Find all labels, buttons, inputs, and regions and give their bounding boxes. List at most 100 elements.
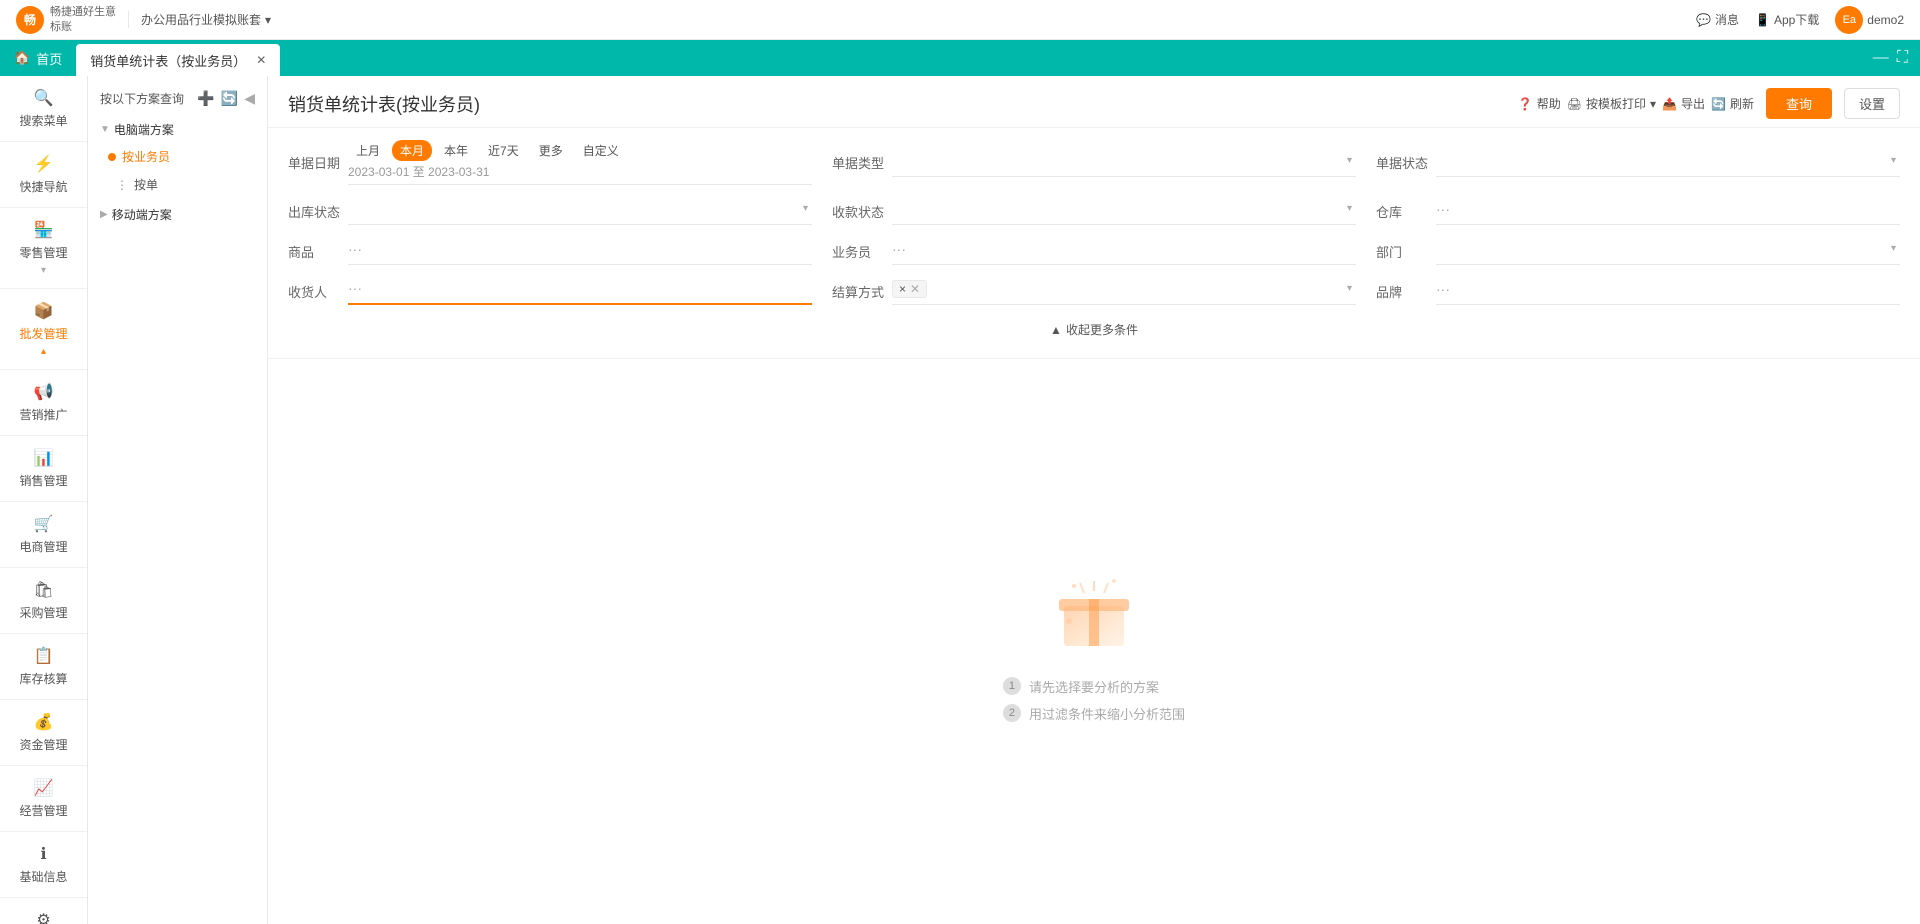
date-tab-more[interactable]: 更多 [531, 140, 571, 161]
print-icon: 🖨 [1567, 97, 1582, 111]
goods-more-icon[interactable]: ··· [348, 241, 362, 257]
warehouse-value[interactable]: ··· [1436, 197, 1900, 225]
tab-close-button[interactable]: ✕ [256, 53, 266, 67]
tip-1-number: 1 [1003, 677, 1021, 695]
filter-col-doc-type: 单据类型 ▾ [832, 140, 1356, 185]
tab-bar: 🏠 首页 销货单统计表（按业务员） ✕ — ⛶ [0, 40, 1920, 76]
workspace-selector[interactable]: 办公用品行业模拟账套 ▾ [128, 11, 271, 28]
header-actions-right: ❓ 帮助 🖨 按模板打印 ▾ 📤 导出 🔄 [1518, 95, 1754, 112]
print-chevron-icon: ▾ [1650, 97, 1656, 111]
date-tabs: 上月 本月 本年 近7天 更多 自定义 [348, 140, 627, 161]
avatar: Ea [1835, 6, 1863, 34]
out-status-label: 出库状态 [288, 202, 348, 221]
date-tab-this-year[interactable]: 本年 [436, 140, 476, 161]
tab-home[interactable]: 🏠 首页 [0, 40, 76, 76]
sidebar-item-wholesale[interactable]: 📦 批发管理 ▴ [0, 289, 87, 370]
filter-col-consignee: 收货人 ··· [288, 277, 812, 305]
filter-row-4: 收货人 ··· 结算方式 × ✕ ▾ [288, 277, 1900, 305]
sidebar-item-search[interactable]: 🔍 搜索菜单 [0, 76, 87, 142]
filter-area: 单据日期 上月 本月 本年 近7天 更多 自定义 2023-03-01 至 20… [268, 128, 1920, 359]
message-icon: 💬 [1696, 13, 1711, 27]
doc-type-value[interactable]: ▾ [892, 149, 1356, 177]
refresh-scheme-button[interactable]: 🔄 [221, 90, 238, 107]
brand-label: 品牌 [1376, 282, 1436, 301]
scheme-group-mobile-title[interactable]: ▶ 移动端方案 [88, 202, 267, 227]
scheme-sub-item-by-order[interactable]: ⋮ 按单 [88, 171, 267, 198]
query-button[interactable]: 查询 [1766, 88, 1832, 119]
out-status-dropdown-icon: ▾ [803, 203, 808, 214]
chevron-up-icon: ▴ [41, 346, 46, 357]
search-icon: 🔍 [34, 88, 54, 108]
date-tab-custom[interactable]: 自定义 [575, 140, 627, 161]
filter-row-2: 出库状态 ▾ 收款状态 ▾ 仓库 [288, 197, 1900, 225]
payment-method-dropdown-icon: ▾ [1347, 283, 1352, 294]
scheme-group-desktop: ▼ 电脑端方案 按业务员 ⋮ 按单 [88, 117, 267, 198]
filter-col-doc-status: 单据状态 ▾ [1376, 140, 1900, 185]
date-tab-last-month[interactable]: 上月 [348, 140, 388, 161]
sidebar-item-marketing[interactable]: 📢 营销推广 [0, 370, 87, 436]
consignee-more-icon[interactable]: ··· [348, 280, 362, 296]
date-label: 单据日期 [288, 153, 348, 172]
doc-status-value[interactable]: ▾ [1436, 149, 1900, 177]
tab-bar-actions: — ⛶ [1873, 49, 1920, 67]
tab-sales-report[interactable]: 销货单统计表（按业务员） ✕ [76, 44, 280, 76]
doc-type-label: 单据类型 [832, 153, 892, 172]
goods-label: 商品 [288, 242, 348, 261]
department-dropdown-icon: ▾ [1891, 243, 1896, 254]
finance-icon: 💰 [34, 712, 54, 732]
logo-icon: 畅 [16, 6, 44, 34]
page-title: 销货单统计表(按业务员) [288, 91, 480, 117]
minimize-button[interactable]: — [1873, 49, 1889, 67]
empty-state: 1 请先选择要分析的方案 2 用过滤条件来缩小分析范围 [268, 359, 1920, 924]
date-tab-last-7-days[interactable]: 近7天 [480, 140, 527, 161]
add-scheme-button[interactable]: ➕ [197, 90, 214, 107]
retail-icon: 🏪 [34, 220, 54, 240]
empty-tip-1: 1 请先选择要分析的方案 [1003, 677, 1185, 696]
sidebar-item-finance[interactable]: 💰 资金管理 [0, 700, 87, 766]
sidebar-item-retail[interactable]: 🏪 零售管理 ▾ [0, 208, 87, 289]
warehouse-more-icon[interactable]: ··· [1436, 201, 1450, 217]
scheme-group-desktop-title[interactable]: ▼ 电脑端方案 [88, 117, 267, 142]
sidebar-item-quick-nav[interactable]: ⚡ 快捷导航 [0, 142, 87, 208]
maximize-button[interactable]: ⛶ [1897, 49, 1908, 67]
salesman-more-icon[interactable]: ··· [892, 241, 906, 257]
sidebar-item-sales[interactable]: 📊 销售管理 [0, 436, 87, 502]
brand-value[interactable]: ··· [1436, 277, 1900, 305]
export-icon: 📤 [1662, 97, 1677, 111]
consignee-value[interactable]: ··· [348, 277, 812, 305]
help-button[interactable]: ❓ 帮助 [1518, 95, 1561, 112]
scheme-item-by-salesman[interactable]: 按业务员 [88, 142, 267, 171]
collapse-button[interactable]: ▲ 收起更多条件 [1050, 321, 1138, 338]
sidebar-item-operations[interactable]: 📈 经营管理 [0, 766, 87, 832]
sidebar-item-purchase[interactable]: 🛍 采购管理 [0, 568, 87, 634]
app-download-button[interactable]: 📱 App下载 [1755, 11, 1819, 28]
user-menu[interactable]: Ea demo2 [1835, 6, 1904, 34]
purchase-icon: 🛍 [33, 580, 53, 600]
salesman-value[interactable]: ··· [892, 237, 1356, 265]
clear-payment-method-button[interactable]: ✕ [910, 282, 920, 296]
date-tab-this-month[interactable]: 本月 [392, 140, 432, 161]
inventory-icon: 📋 [34, 646, 54, 666]
collapse-panel-button[interactable]: ◀ [244, 90, 255, 107]
sidebar-item-ecommerce[interactable]: 🛒 电商管理 [0, 502, 87, 568]
goods-value[interactable]: ··· [348, 237, 812, 265]
department-value[interactable]: ▾ [1436, 237, 1900, 265]
expand-arrow-icon: ▼ [100, 124, 110, 135]
filter-col-salesman: 业务员 ··· [832, 237, 1356, 265]
content-area: 按以下方案查询 ➕ 🔄 ◀ ▼ 电脑端方案 按业务员 ⋮ 按 [88, 76, 1920, 924]
filter-col-payment-method: 结算方式 × ✕ ▾ [832, 277, 1356, 305]
empty-tips: 1 请先选择要分析的方案 2 用过滤条件来缩小分析范围 [1003, 677, 1185, 723]
payment-method-value[interactable]: × ✕ ▾ [892, 277, 1356, 305]
brand-more-icon[interactable]: ··· [1436, 281, 1450, 297]
sidebar-item-system[interactable]: ⚙ 系统管理 [0, 898, 87, 924]
refresh-button[interactable]: 🔄 刷新 [1711, 95, 1754, 112]
logo-area: 畅 畅捷通好生意 标账 [16, 5, 116, 34]
out-status-value[interactable]: ▾ [348, 197, 812, 225]
sidebar-item-inventory[interactable]: 📋 库存核算 [0, 634, 87, 700]
settings-button[interactable]: 设置 [1844, 88, 1900, 119]
message-button[interactable]: 💬 消息 [1696, 11, 1739, 28]
payment-status-value[interactable]: ▾ [892, 197, 1356, 225]
template-print-button[interactable]: 🖨 按模板打印 ▾ [1567, 95, 1656, 112]
export-button[interactable]: 📤 导出 [1662, 95, 1705, 112]
sidebar-item-basic-info[interactable]: ℹ 基础信息 [0, 832, 87, 898]
